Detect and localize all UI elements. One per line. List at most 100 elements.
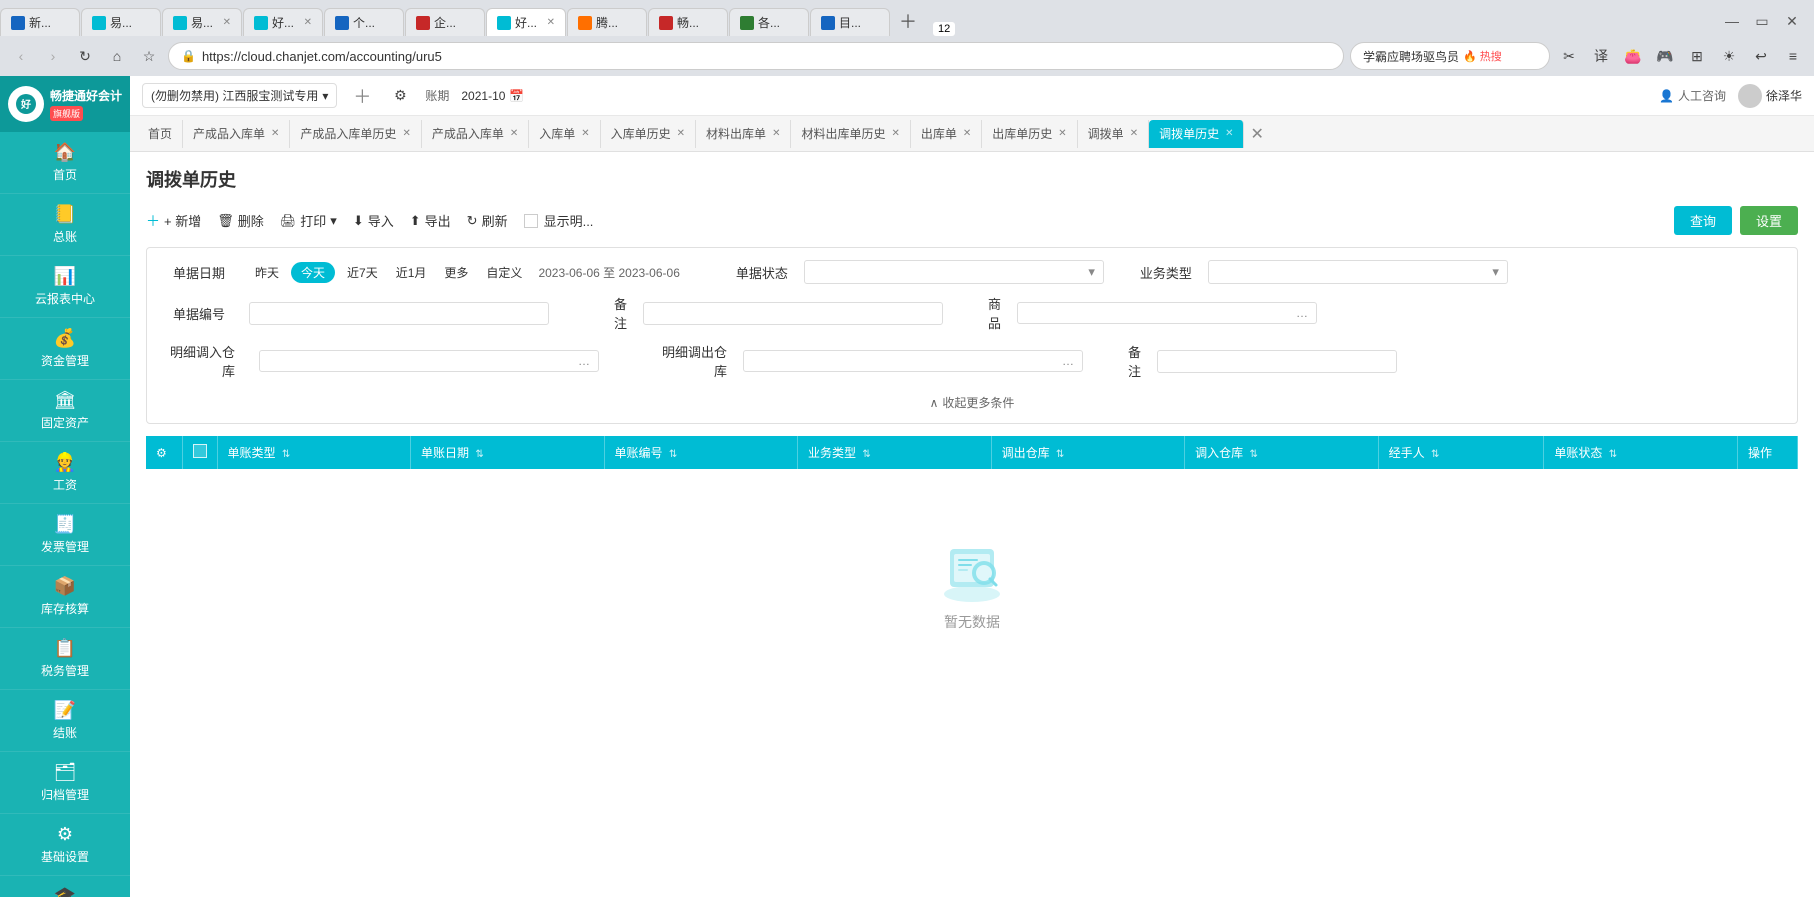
win-minimize-button[interactable]: — xyxy=(1718,7,1746,35)
browser-tab-3[interactable]: 易... ✕ xyxy=(162,8,242,36)
company-selector[interactable]: (勿删勿禁用) 江西服宝测试专用 ▾ xyxy=(142,83,337,108)
date-btn-yesterday[interactable]: 昨天 xyxy=(249,262,285,283)
biz-type-select[interactable]: ▾ xyxy=(1208,260,1508,284)
new-tab-button[interactable]: ＋ xyxy=(891,8,925,34)
scissors-icon[interactable]: ✂ xyxy=(1556,43,1582,69)
page-tab-6[interactable]: 材料出库单 ✕ xyxy=(696,120,791,148)
search-bar[interactable]: 学霸应聘场驱鸟员 🔥 热搜 xyxy=(1350,42,1550,70)
brightness-icon[interactable]: ☀ xyxy=(1716,43,1742,69)
tab-close-3[interactable]: ✕ xyxy=(217,17,231,28)
status-select[interactable]: ▾ xyxy=(804,260,1104,284)
sidebar-item-guide[interactable]: 🎓 新手引导 xyxy=(0,876,130,897)
tab-close-7[interactable]: ✕ xyxy=(541,17,555,28)
page-tab-close-11[interactable]: ✕ xyxy=(1225,128,1233,139)
browser-tab-11[interactable]: 目... xyxy=(810,8,890,36)
win-maximize-button[interactable]: ▭ xyxy=(1748,7,1776,35)
query-button[interactable]: 查询 xyxy=(1674,206,1732,235)
delete-button[interactable]: 🗑 删除 xyxy=(217,207,264,234)
nav-star-button[interactable]: ☆ xyxy=(136,43,162,69)
remark-input[interactable] xyxy=(643,302,943,325)
sidebar-item-close[interactable]: 📝 结账 xyxy=(0,690,130,752)
win-close-button[interactable]: ✕ xyxy=(1778,7,1806,35)
browser-tab-10[interactable]: 各... xyxy=(729,8,809,36)
undo-icon[interactable]: ↩ xyxy=(1748,43,1774,69)
company-settings-icon[interactable]: ⚙ xyxy=(387,83,413,109)
th-checkbox[interactable] xyxy=(182,436,217,469)
show-full-button[interactable]: 显示明... xyxy=(524,207,594,234)
th-date[interactable]: 单账日期 ⇅ xyxy=(411,436,605,469)
page-tab-3[interactable]: 产成品入库单 ✕ xyxy=(422,120,529,148)
nav-back-button[interactable]: ‹ xyxy=(8,43,34,69)
sidebar-item-cloud-report[interactable]: 📊 云报表中心 xyxy=(0,256,130,318)
menu-icon[interactable]: ≡ xyxy=(1780,43,1806,69)
goods-input[interactable]: … xyxy=(1017,302,1317,324)
sidebar-item-inventory[interactable]: 📦 库存核算 xyxy=(0,566,130,628)
nav-refresh-button[interactable]: ↻ xyxy=(72,43,98,69)
sidebar-item-invoice[interactable]: 🧾 发票管理 xyxy=(0,504,130,566)
sidebar-item-settings[interactable]: ⚙ 基础设置 xyxy=(0,814,130,876)
page-tab-close-6[interactable]: ✕ xyxy=(772,128,780,139)
page-tab-close-2[interactable]: ✕ xyxy=(402,128,410,139)
detail-out-more-icon[interactable]: … xyxy=(1062,354,1074,368)
collapse-button[interactable]: ∧ 收起更多条件 xyxy=(930,394,1015,411)
url-bar[interactable]: 🔒 https://cloud.chanjet.com/accounting/u… xyxy=(168,42,1344,70)
page-tab-close-10[interactable]: ✕ xyxy=(1130,128,1138,139)
game-icon[interactable]: 🎮 xyxy=(1652,43,1678,69)
th-gear[interactable]: ⚙ xyxy=(146,436,182,469)
date-btn-more[interactable]: 更多 xyxy=(438,262,474,283)
browser-tab-2[interactable]: 易... xyxy=(81,8,161,36)
sidebar-item-archive[interactable]: 🗂 归档管理 xyxy=(0,752,130,814)
page-tab-close-8[interactable]: ✕ xyxy=(963,128,971,139)
detail-out-input[interactable]: … xyxy=(743,350,1083,372)
detail-in-input[interactable]: … xyxy=(259,350,599,372)
sidebar-item-home[interactable]: 🏠 首页 xyxy=(0,132,130,194)
goods-more-icon[interactable]: … xyxy=(1296,306,1308,320)
browser-tab-8[interactable]: 腾... xyxy=(567,8,647,36)
user-info[interactable]: 徐泽华 xyxy=(1738,84,1802,108)
th-type[interactable]: 单账类型 ⇅ xyxy=(217,436,411,469)
remark2-input[interactable] xyxy=(1157,350,1397,373)
sidebar-item-fixed-assets[interactable]: 🏛 固定资产 xyxy=(0,380,130,442)
sidebar-item-tax[interactable]: 📋 税务管理 xyxy=(0,628,130,690)
th-handler[interactable]: 经手人 ⇅ xyxy=(1378,436,1544,469)
page-tab-close-9[interactable]: ✕ xyxy=(1058,128,1066,139)
page-tab-4[interactable]: 入库单 ✕ xyxy=(529,120,600,148)
th-out-warehouse[interactable]: 调出仓库 ⇅ xyxy=(991,436,1185,469)
page-tab-5[interactable]: 入库单历史 ✕ xyxy=(601,120,696,148)
service-button[interactable]: 👤 人工咨询 xyxy=(1659,87,1726,104)
print-button[interactable]: 🖨 打印 ▾ xyxy=(280,207,337,234)
translate-icon[interactable]: 译 xyxy=(1588,43,1614,69)
page-tab-1[interactable]: 产成品入库单 ✕ xyxy=(183,120,290,148)
page-tab-close-1[interactable]: ✕ xyxy=(271,128,279,139)
detail-in-more-icon[interactable]: … xyxy=(578,354,590,368)
browser-tab-6[interactable]: 企... xyxy=(405,8,485,36)
browser-tab-9[interactable]: 畅... xyxy=(648,8,728,36)
th-in-warehouse[interactable]: 调入仓库 ⇅ xyxy=(1185,436,1379,469)
add-company-button[interactable]: ＋ xyxy=(349,83,375,109)
page-tab-close-4[interactable]: ✕ xyxy=(581,128,589,139)
page-tab-close-7[interactable]: ✕ xyxy=(891,128,899,139)
tab-close-4[interactable]: ✕ xyxy=(298,17,312,28)
page-tab-close-5[interactable]: ✕ xyxy=(677,128,685,139)
date-btn-today[interactable]: 今天 xyxy=(291,262,335,283)
date-btn-1month[interactable]: 近1月 xyxy=(390,262,433,283)
th-no[interactable]: 单账编号 ⇅ xyxy=(604,436,798,469)
browser-tab-1[interactable]: 新... xyxy=(0,8,80,36)
nav-forward-button[interactable]: › xyxy=(40,43,66,69)
sidebar-item-fund[interactable]: 💰 资金管理 xyxy=(0,318,130,380)
browser-tab-4[interactable]: 好... ✕ xyxy=(243,8,323,36)
page-tab-7[interactable]: 材料出库单历史 ✕ xyxy=(791,120,910,148)
th-status[interactable]: 单账状态 ⇅ xyxy=(1544,436,1738,469)
page-tab-close-3[interactable]: ✕ xyxy=(510,128,518,139)
page-tab-9[interactable]: 出库单历史 ✕ xyxy=(982,120,1077,148)
page-tab-10[interactable]: 调拨单 ✕ xyxy=(1078,120,1149,148)
new-button[interactable]: ＋ + 新增 xyxy=(146,207,201,235)
grid-icon[interactable]: ⊞ xyxy=(1684,43,1710,69)
wallet-icon[interactable]: 👛 xyxy=(1620,43,1646,69)
sidebar-item-salary[interactable]: 👷 工资 xyxy=(0,442,130,504)
close-all-tabs-button[interactable]: ✕ xyxy=(1250,124,1263,144)
browser-tab-5[interactable]: 个... xyxy=(324,8,404,36)
browser-tab-7[interactable]: 好... ✕ xyxy=(486,8,566,36)
page-tab-2[interactable]: 产成品入库单历史 ✕ xyxy=(290,120,421,148)
date-btn-7days[interactable]: 近7天 xyxy=(341,262,384,283)
